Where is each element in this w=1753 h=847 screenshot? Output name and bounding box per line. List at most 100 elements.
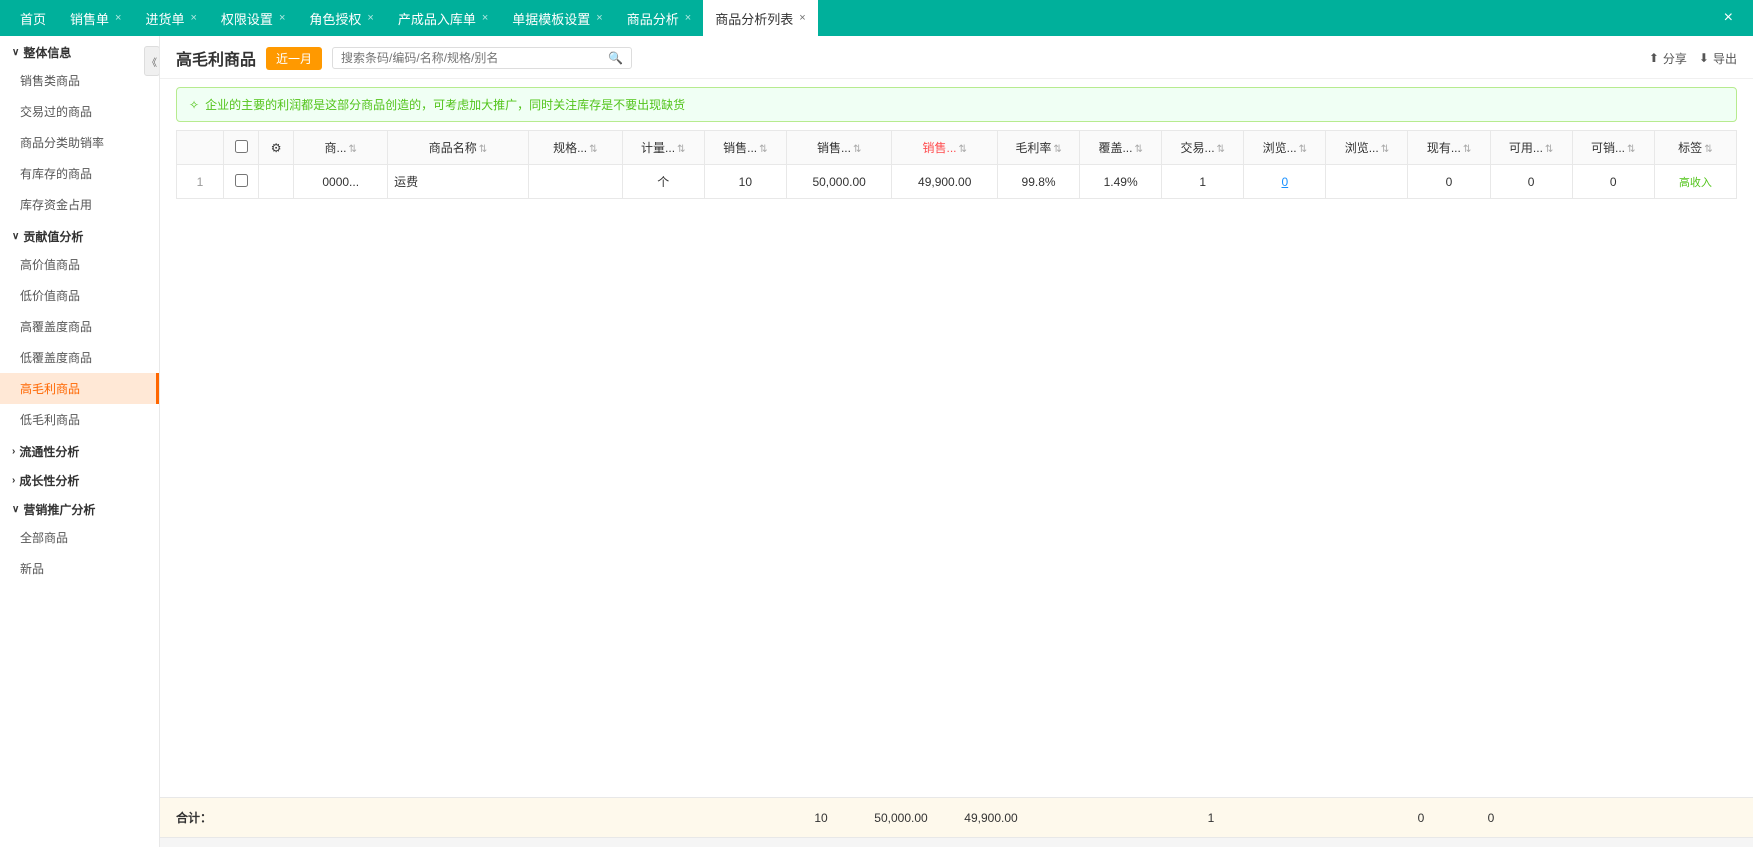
share-button[interactable]: ⬆ 分享: [1649, 50, 1687, 67]
close-icon[interactable]: ×: [482, 12, 488, 24]
footer-sales-qty: 10: [786, 811, 856, 825]
col-browse2[interactable]: 浏览...⇅: [1326, 131, 1408, 165]
row-spec: [528, 165, 622, 199]
sidebar-item-high-margin[interactable]: 高毛利商品: [0, 373, 159, 404]
row-code: 0000...: [294, 165, 388, 199]
search-box[interactable]: 🔍: [332, 47, 632, 69]
sidebar-item-low-coverage[interactable]: 低覆盖度商品: [0, 342, 159, 373]
nav-item-product-analysis-list[interactable]: 商品分析列表 ×: [703, 0, 817, 36]
sidebar-item-high-coverage[interactable]: 高覆盖度商品: [0, 311, 159, 342]
row-index: 1: [177, 165, 224, 199]
col-code[interactable]: 商...⇅: [294, 131, 388, 165]
nav-item-home[interactable]: 首页: [8, 0, 58, 36]
chevron-right-icon: ›: [12, 446, 15, 457]
data-table: ⚙ 商...⇅ 商品名称⇅ 规格...⇅ 计量...⇅ 销售...⇅ 销售...…: [176, 130, 1737, 199]
table-row: 1 0000... 运费 个 10 50,000.00 49,900.00 99…: [177, 165, 1737, 199]
row-sellable: 0: [1572, 165, 1654, 199]
col-coverage[interactable]: 覆盖...⇅: [1080, 131, 1162, 165]
row-tag: 高收入: [1654, 165, 1736, 199]
sidebar-item-low-value[interactable]: 低价值商品: [0, 280, 159, 311]
export-icon: ⬇: [1699, 51, 1709, 65]
col-sellable[interactable]: 可销...⇅: [1572, 131, 1654, 165]
col-trade[interactable]: 交易...⇅: [1162, 131, 1244, 165]
sidebar-section-contribution[interactable]: ∨ 贡献值分析: [0, 220, 159, 249]
time-filter-button[interactable]: 近一月: [266, 47, 322, 70]
col-sales-amount[interactable]: 销售...⇅: [786, 131, 892, 165]
window-close-button[interactable]: ×: [1712, 0, 1745, 36]
col-name[interactable]: 商品名称⇅: [388, 131, 529, 165]
top-navigation: 首页 销售单 × 进货单 × 权限设置 × 角色授权 × 产成品入库单 × 单据…: [0, 0, 1753, 36]
info-icon: ✧: [189, 98, 199, 112]
nav-item-sales[interactable]: 销售单 ×: [58, 0, 133, 36]
search-icon[interactable]: 🔍: [608, 51, 623, 65]
close-icon[interactable]: ×: [685, 12, 691, 24]
col-checkbox: [223, 131, 258, 165]
nav-item-purchase[interactable]: 进货单 ×: [133, 0, 208, 36]
chevron-down-icon: ∨: [12, 504, 19, 515]
col-gross-rate[interactable]: 毛利率⇅: [998, 131, 1080, 165]
row-browse2: [1326, 165, 1408, 199]
content-header: 高毛利商品 近一月 🔍 ⬆ 分享 ⬇ 导出: [160, 36, 1753, 79]
sidebar-item-sales-goods[interactable]: 销售类商品: [0, 65, 159, 96]
col-available[interactable]: 可用...⇅: [1490, 131, 1572, 165]
sidebar-item-stocked-goods[interactable]: 有库存的商品: [0, 158, 159, 189]
footer-label: 合计：: [176, 809, 336, 826]
row-checkbox-cell[interactable]: [223, 165, 258, 199]
close-icon[interactable]: ×: [596, 12, 602, 24]
col-unit[interactable]: 计量...⇅: [622, 131, 704, 165]
chevron-down-icon: ∨: [12, 47, 19, 58]
row-browse1[interactable]: 0: [1244, 165, 1326, 199]
close-icon[interactable]: ×: [115, 12, 121, 24]
sidebar-item-category-rate[interactable]: 商品分类助销率: [0, 127, 159, 158]
row-checkbox[interactable]: [235, 174, 248, 187]
header-actions: ⬆ 分享 ⬇ 导出: [1649, 50, 1737, 67]
sidebar-item-high-value[interactable]: 高价值商品: [0, 249, 159, 280]
horizontal-scrollbar[interactable]: [160, 837, 1753, 847]
close-icon[interactable]: ×: [367, 12, 373, 24]
row-settings: [259, 165, 294, 199]
sidebar-item-low-margin[interactable]: 低毛利商品: [0, 404, 159, 435]
sidebar-collapse-button[interactable]: 《: [144, 46, 160, 76]
row-gross-rate: 99.8%: [998, 165, 1080, 199]
footer-sales-profit: 49,900.00: [946, 811, 1036, 825]
row-current: 0: [1408, 165, 1490, 199]
row-name: 运费: [388, 165, 529, 199]
nav-item-permissions[interactable]: 权限设置 ×: [209, 0, 297, 36]
nav-item-template-settings[interactable]: 单据模板设置 ×: [500, 0, 614, 36]
footer-values: 10 50,000.00 49,900.00 1 0 0: [336, 811, 1737, 825]
sidebar-item-all-goods[interactable]: 全部商品: [0, 522, 159, 553]
row-sales-qty: 10: [704, 165, 786, 199]
sidebar-section-liquidity[interactable]: › 流通性分析: [0, 435, 159, 464]
col-sales-profit[interactable]: 销售...⇅: [892, 131, 998, 165]
close-icon[interactable]: ×: [190, 12, 196, 24]
nav-item-product-warehouse[interactable]: 产成品入库单 ×: [386, 0, 500, 36]
row-available: 0: [1490, 165, 1572, 199]
sidebar-item-traded-goods[interactable]: 交易过的商品: [0, 96, 159, 127]
page-title: 高毛利商品: [176, 46, 256, 70]
search-input[interactable]: [341, 51, 604, 65]
row-coverage: 1.49%: [1080, 165, 1162, 199]
export-button[interactable]: ⬇ 导出: [1699, 50, 1737, 67]
nav-item-roles[interactable]: 角色授权 ×: [297, 0, 385, 36]
sidebar-section-overall[interactable]: ∨ 整体信息: [0, 36, 159, 65]
chevron-down-icon: ∨: [12, 231, 19, 242]
close-icon[interactable]: ×: [799, 12, 805, 24]
col-settings[interactable]: ⚙: [259, 131, 294, 165]
col-sales-qty[interactable]: 销售...⇅: [704, 131, 786, 165]
close-icon[interactable]: ×: [279, 12, 285, 24]
sidebar-item-stock-capital[interactable]: 库存资金占用: [0, 189, 159, 220]
col-tag[interactable]: 标签⇅: [1654, 131, 1736, 165]
select-all-checkbox[interactable]: [235, 140, 248, 153]
sidebar-item-new-goods[interactable]: 新品: [0, 553, 159, 584]
col-index: [177, 131, 224, 165]
sidebar-section-marketing[interactable]: ∨ 营销推广分析: [0, 493, 159, 522]
sidebar-section-growth[interactable]: › 成长性分析: [0, 464, 159, 493]
table-container[interactable]: ⚙ 商...⇅ 商品名称⇅ 规格...⇅ 计量...⇅ 销售...⇅ 销售...…: [160, 130, 1753, 797]
footer-trade: 1: [1176, 811, 1246, 825]
col-browse1[interactable]: 浏览...⇅: [1244, 131, 1326, 165]
col-current[interactable]: 现有...⇅: [1408, 131, 1490, 165]
nav-item-product-analysis[interactable]: 商品分析 ×: [615, 0, 703, 36]
share-icon: ⬆: [1649, 51, 1659, 65]
col-spec[interactable]: 规格...⇅: [528, 131, 622, 165]
info-banner: ✧ 企业的主要的利润都是这部分商品创造的，可考虑加大推广，同时关注库存是不要出现…: [176, 87, 1737, 122]
